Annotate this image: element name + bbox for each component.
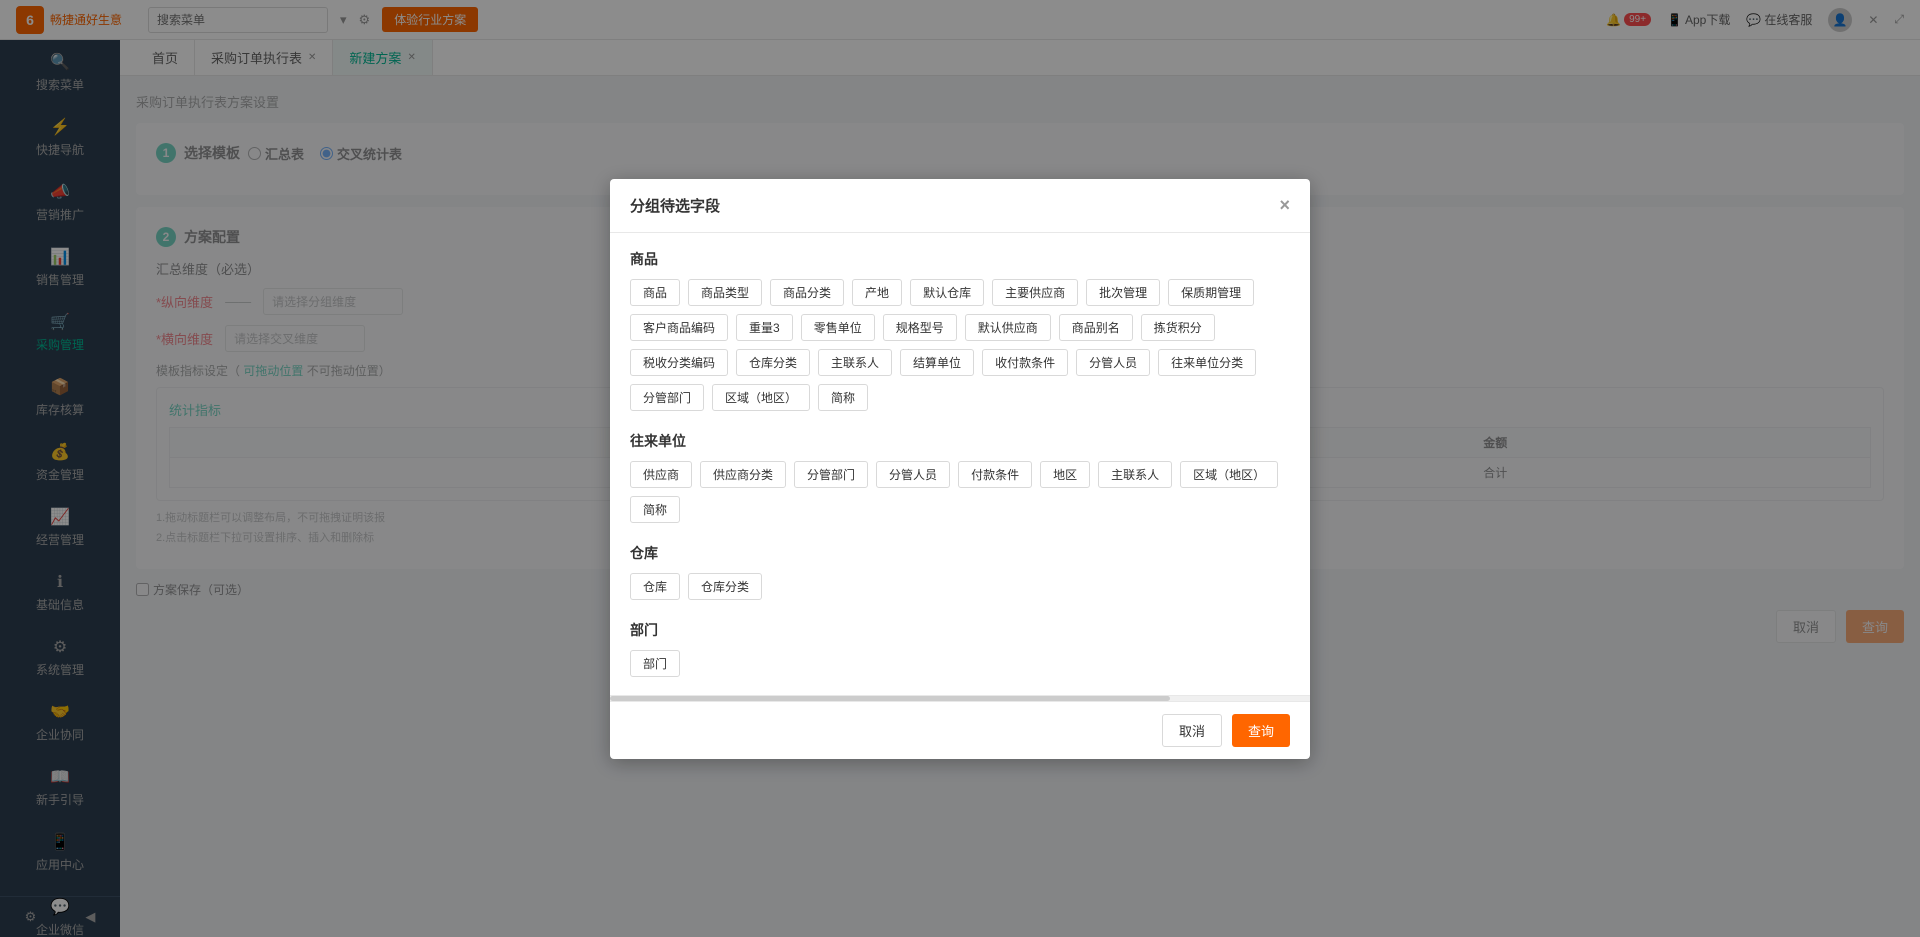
modal-scrollbar-x[interactable] [610, 695, 1310, 701]
field-tag[interactable]: 仓库分类 [688, 573, 762, 600]
field-tag[interactable]: 零售单位 [801, 314, 875, 341]
modal-overlay: 分组待选字段 × 商品 商品 商品类型 商品分类 产地 默认仓库 主要供应商 批… [0, 0, 1920, 937]
field-tag[interactable]: 供应商分类 [700, 461, 786, 488]
section-warehouse: 仓库 仓库 仓库分类 [630, 543, 1290, 600]
department-tags: 部门 [630, 650, 1290, 677]
section-partner-title: 往来单位 [630, 431, 1290, 451]
field-tag[interactable]: 往来单位分类 [1158, 349, 1256, 376]
field-tag[interactable]: 分管人员 [876, 461, 950, 488]
field-tag[interactable]: 规格型号 [883, 314, 957, 341]
field-tag[interactable]: 商品分类 [770, 279, 844, 306]
modal-scrollbar-thumb[interactable] [610, 696, 1170, 701]
field-tag[interactable]: 结算单位 [900, 349, 974, 376]
field-tag[interactable]: 商品 [630, 279, 680, 306]
modal-close-icon[interactable]: × [1279, 195, 1290, 216]
section-partner: 往来单位 供应商 供应商分类 分管部门 分管人员 付款条件 地区 主联系人 区域… [630, 431, 1290, 523]
field-tag[interactable]: 产地 [852, 279, 902, 306]
field-tag[interactable]: 收付款条件 [982, 349, 1068, 376]
field-tag[interactable]: 客户商品编码 [630, 314, 728, 341]
field-tag[interactable]: 付款条件 [958, 461, 1032, 488]
field-tag[interactable]: 拣货积分 [1141, 314, 1215, 341]
modal-header: 分组待选字段 × [610, 179, 1310, 233]
field-tag[interactable]: 供应商 [630, 461, 692, 488]
warehouse-tags: 仓库 仓库分类 [630, 573, 1290, 600]
field-tag[interactable]: 税收分类编码 [630, 349, 728, 376]
field-tag[interactable]: 分管部门 [630, 384, 704, 411]
field-tag[interactable]: 商品别名 [1059, 314, 1133, 341]
field-tag[interactable]: 简称 [630, 496, 680, 523]
field-tag[interactable]: 部门 [630, 650, 680, 677]
field-tag[interactable]: 主要供应商 [992, 279, 1078, 306]
goods-tags: 商品 商品类型 商品分类 产地 默认仓库 主要供应商 批次管理 保质期管理 客户… [630, 279, 1290, 411]
section-department-title: 部门 [630, 620, 1290, 640]
section-warehouse-title: 仓库 [630, 543, 1290, 563]
field-tag[interactable]: 简称 [818, 384, 868, 411]
field-tag[interactable]: 仓库 [630, 573, 680, 600]
field-tag[interactable]: 保质期管理 [1168, 279, 1254, 306]
modal-title: 分组待选字段 [630, 195, 720, 216]
section-department: 部门 部门 [630, 620, 1290, 677]
field-tag[interactable]: 默认仓库 [910, 279, 984, 306]
field-tag[interactable]: 地区 [1040, 461, 1090, 488]
field-tag[interactable]: 主联系人 [1098, 461, 1172, 488]
field-tag[interactable]: 分管部门 [794, 461, 868, 488]
modal-dialog: 分组待选字段 × 商品 商品 商品类型 商品分类 产地 默认仓库 主要供应商 批… [610, 179, 1310, 759]
field-tag[interactable]: 仓库分类 [736, 349, 810, 376]
partner-tags: 供应商 供应商分类 分管部门 分管人员 付款条件 地区 主联系人 区域（地区） … [630, 461, 1290, 523]
modal-cancel-button[interactable]: 取消 [1162, 714, 1222, 747]
section-goods: 商品 商品 商品类型 商品分类 产地 默认仓库 主要供应商 批次管理 保质期管理… [630, 249, 1290, 411]
field-tag[interactable]: 主联系人 [818, 349, 892, 376]
modal-footer: 取消 查询 [610, 701, 1310, 759]
modal-confirm-button[interactable]: 查询 [1232, 714, 1290, 747]
field-tag[interactable]: 批次管理 [1086, 279, 1160, 306]
field-tag[interactable]: 商品类型 [688, 279, 762, 306]
field-tag[interactable]: 默认供应商 [965, 314, 1051, 341]
modal-body[interactable]: 商品 商品 商品类型 商品分类 产地 默认仓库 主要供应商 批次管理 保质期管理… [610, 233, 1310, 695]
section-goods-title: 商品 [630, 249, 1290, 269]
field-tag[interactable]: 区域（地区） [1180, 461, 1278, 488]
field-tag[interactable]: 重量3 [736, 314, 793, 341]
field-tag[interactable]: 分管人员 [1076, 349, 1150, 376]
field-tag[interactable]: 区域（地区） [712, 384, 810, 411]
